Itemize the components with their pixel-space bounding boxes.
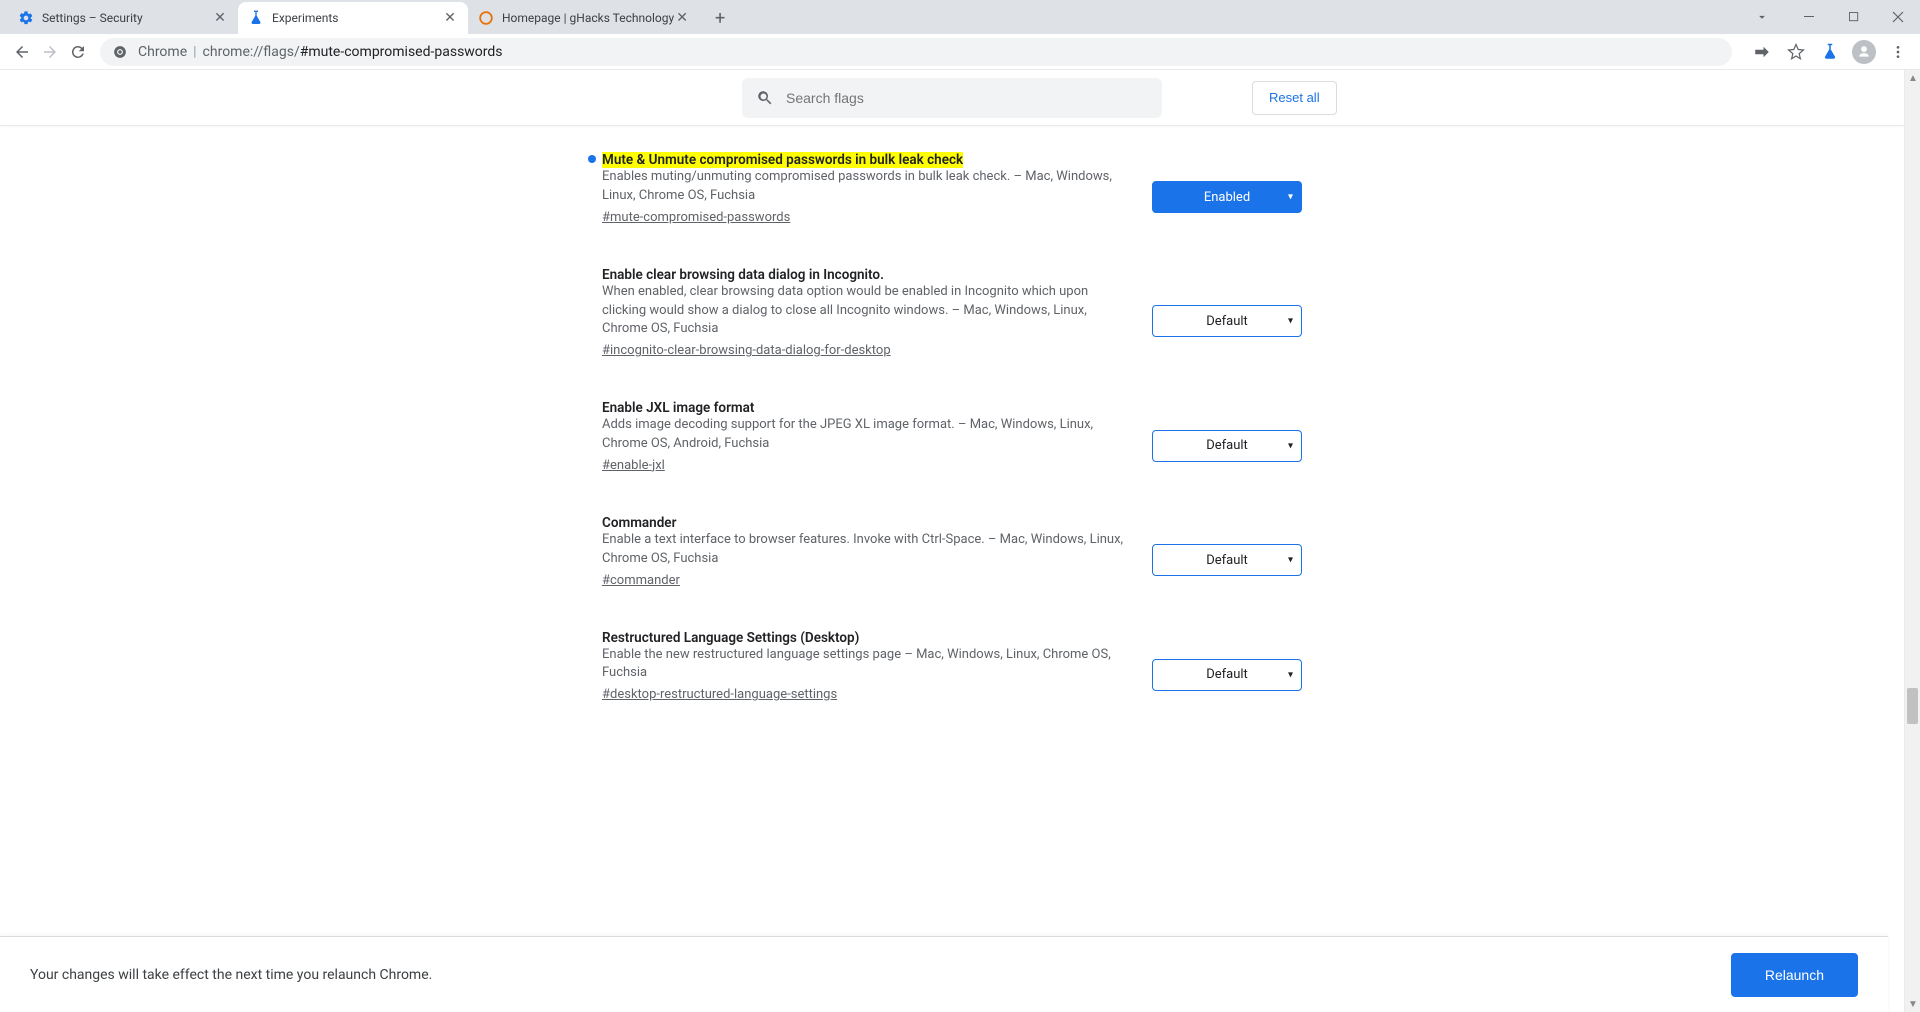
experiment-select[interactable]: Default ▾ — [1152, 305, 1302, 337]
maximize-button[interactable] — [1832, 2, 1876, 32]
experiment-anchor-link[interactable]: #commander — [602, 573, 680, 588]
relaunch-message: Your changes will take effect the next t… — [30, 967, 432, 983]
experiment-commander: Commander Enable a text interface to bro… — [602, 515, 1302, 588]
close-window-button[interactable] — [1876, 2, 1920, 32]
experiment-incognito-clear-browsing-data: Enable clear browsing data dialog in Inc… — [602, 267, 1302, 359]
ghacks-icon — [478, 10, 494, 26]
scrollbar-thumb[interactable] — [1907, 688, 1918, 724]
vertical-scrollbar[interactable]: ▲ ▼ — [1904, 70, 1920, 1012]
experiment-select[interactable]: Default ▾ — [1152, 659, 1302, 691]
scroll-up-arrow-icon[interactable]: ▲ — [1905, 70, 1920, 86]
experiment-title: Enable clear browsing data dialog in Inc… — [602, 267, 884, 283]
experiment-anchor-link[interactable]: #incognito-clear-browsing-data-dialog-fo… — [602, 343, 891, 358]
tab-strip: Settings – Security ✕ Experiments ✕ Home… — [0, 0, 1920, 34]
profile-avatar[interactable] — [1850, 38, 1878, 66]
experiment-restructured-language-settings: Restructured Language Settings (Desktop)… — [602, 630, 1302, 703]
select-value: Default — [1206, 667, 1248, 682]
experiments-list: Mute & Unmute compromised passwords in b… — [0, 126, 1904, 864]
experiment-description: Adds image decoding support for the JPEG… — [602, 416, 1130, 454]
forward-button[interactable] — [36, 38, 64, 66]
tab-search-button[interactable] — [1746, 2, 1778, 32]
experiment-title: Mute & Unmute compromised passwords in b… — [602, 152, 963, 168]
experiment-anchor-link[interactable]: #mute-compromised-passwords — [602, 210, 790, 225]
select-value: Default — [1206, 438, 1248, 453]
select-value: Enabled — [1204, 190, 1250, 205]
bookmark-icon[interactable] — [1782, 38, 1810, 66]
experiment-description: Enables muting/unmuting compromised pass… — [602, 168, 1130, 206]
close-icon[interactable]: ✕ — [442, 10, 458, 26]
toolbar: Chrome | chrome://flags/#mute-compromise… — [0, 34, 1920, 70]
experiment-title: Restructured Language Settings (Desktop) — [602, 630, 859, 646]
avatar-icon — [1852, 40, 1876, 64]
chrome-icon — [112, 44, 128, 60]
close-icon[interactable]: ✕ — [212, 10, 228, 26]
url-scheme: Chrome — [138, 44, 187, 60]
address-bar[interactable]: Chrome | chrome://flags/#mute-compromise… — [100, 38, 1732, 66]
back-button[interactable] — [8, 38, 36, 66]
tab-settings-security[interactable]: Settings – Security ✕ — [8, 2, 238, 34]
experiment-title: Commander — [602, 515, 676, 531]
experiment-select[interactable]: Default ▾ — [1152, 430, 1302, 462]
menu-icon[interactable] — [1884, 38, 1912, 66]
close-icon[interactable]: ✕ — [674, 10, 690, 26]
experiment-description: When enabled, clear browsing data option… — [602, 283, 1130, 340]
page-content: Reset all Mute & Unmute compromised pass… — [0, 70, 1904, 1012]
reload-button[interactable] — [64, 38, 92, 66]
flask-icon — [248, 10, 264, 26]
experiment-select[interactable]: Default ▾ — [1152, 544, 1302, 576]
share-icon[interactable] — [1748, 38, 1776, 66]
minimize-button[interactable] — [1788, 2, 1832, 32]
gear-icon — [18, 10, 34, 26]
tab-ghacks[interactable]: Homepage | gHacks Technology ✕ — [468, 2, 700, 34]
search-icon — [756, 89, 774, 107]
chevron-down-icon: ▾ — [1288, 440, 1293, 451]
tab-title: Settings – Security — [42, 11, 212, 25]
window-controls — [1746, 0, 1920, 34]
tab-title: Homepage | gHacks Technology — [502, 11, 674, 25]
reset-all-button[interactable]: Reset all — [1252, 81, 1337, 115]
experiment-select[interactable]: Enabled ▾ — [1152, 181, 1302, 213]
experiment-anchor-link[interactable]: #desktop-restructured-language-settings — [602, 687, 837, 702]
select-value: Default — [1206, 314, 1248, 329]
search-input[interactable] — [786, 90, 1148, 106]
select-value: Default — [1206, 553, 1248, 568]
chevron-down-icon: ▾ — [1288, 555, 1293, 566]
new-tab-button[interactable]: + — [706, 4, 734, 32]
tab-title: Experiments — [272, 11, 442, 25]
modified-dot-icon — [588, 155, 596, 163]
experiment-anchor-link[interactable]: #enable-jxl — [602, 458, 665, 473]
experiment-mute-compromised-passwords: Mute & Unmute compromised passwords in b… — [602, 152, 1302, 225]
toolbar-right — [1748, 38, 1912, 66]
tab-experiments[interactable]: Experiments ✕ — [238, 2, 468, 34]
experiment-description: Enable a text interface to browser featu… — [602, 531, 1130, 569]
chevron-down-icon: ▾ — [1288, 669, 1293, 680]
experiment-description: Enable the new restructured language set… — [602, 646, 1130, 684]
flags-search-header: Reset all — [0, 70, 1904, 126]
chevron-down-icon: ▾ — [1288, 192, 1293, 203]
relaunch-footer: Your changes will take effect the next t… — [0, 936, 1888, 1012]
experiment-title: Enable JXL image format — [602, 400, 754, 416]
search-flags-field[interactable] — [742, 78, 1162, 118]
scroll-down-arrow-icon[interactable]: ▼ — [1905, 996, 1920, 1012]
chevron-down-icon: ▾ — [1288, 316, 1293, 327]
relaunch-button[interactable]: Relaunch — [1731, 953, 1858, 997]
experiment-enable-jxl: Enable JXL image format Adds image decod… — [602, 400, 1302, 473]
extension-flask-icon[interactable] — [1816, 38, 1844, 66]
